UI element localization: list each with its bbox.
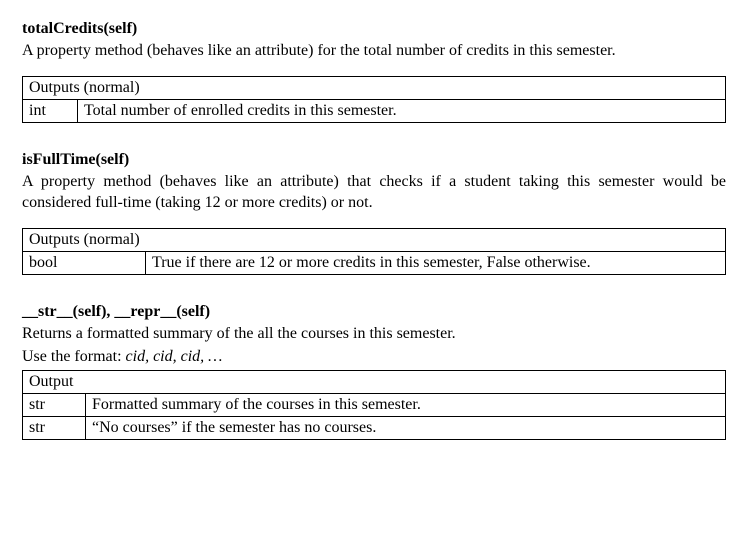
outputs-table: Output str Formatted summary of the cour… [22, 370, 726, 440]
output-text: Formatted summary of the courses in this… [86, 393, 726, 416]
table-header-row: Output [23, 370, 726, 393]
table-header-row: Outputs (normal) [23, 76, 726, 99]
output-type: int [23, 99, 78, 122]
table-row: bool True if there are 12 or more credit… [23, 251, 726, 274]
method-title: isFullTime(self) [22, 151, 726, 169]
format-pattern: cid, cid, cid, … [126, 348, 223, 365]
format-prefix: Use the format: [22, 348, 126, 365]
method-description: A property method (behaves like an attri… [22, 171, 726, 214]
output-type: str [23, 393, 86, 416]
method-title: __str__(self), __repr__(self) [22, 303, 726, 321]
table-header: Output [23, 370, 726, 393]
table-header: Outputs (normal) [23, 228, 726, 251]
outputs-table: Outputs (normal) bool True if there are … [22, 228, 726, 275]
output-text: Total number of enrolled credits in this… [78, 99, 726, 122]
outputs-table: Outputs (normal) int Total number of enr… [22, 76, 726, 123]
table-header: Outputs (normal) [23, 76, 726, 99]
table-row: int Total number of enrolled credits in … [23, 99, 726, 122]
output-text: True if there are 12 or more credits in … [146, 251, 726, 274]
method-format-line: Use the format: cid, cid, cid, … [22, 346, 726, 368]
table-row: str “No courses” if the semester has no … [23, 416, 726, 439]
table-header-row: Outputs (normal) [23, 228, 726, 251]
method-title: totalCredits(self) [22, 20, 726, 38]
method-description: Returns a formatted summary of the all t… [22, 323, 726, 345]
output-type: bool [23, 251, 146, 274]
method-description: A property method (behaves like an attri… [22, 40, 726, 62]
table-row: str Formatted summary of the courses in … [23, 393, 726, 416]
output-text: “No courses” if the semester has no cour… [86, 416, 726, 439]
output-type: str [23, 416, 86, 439]
